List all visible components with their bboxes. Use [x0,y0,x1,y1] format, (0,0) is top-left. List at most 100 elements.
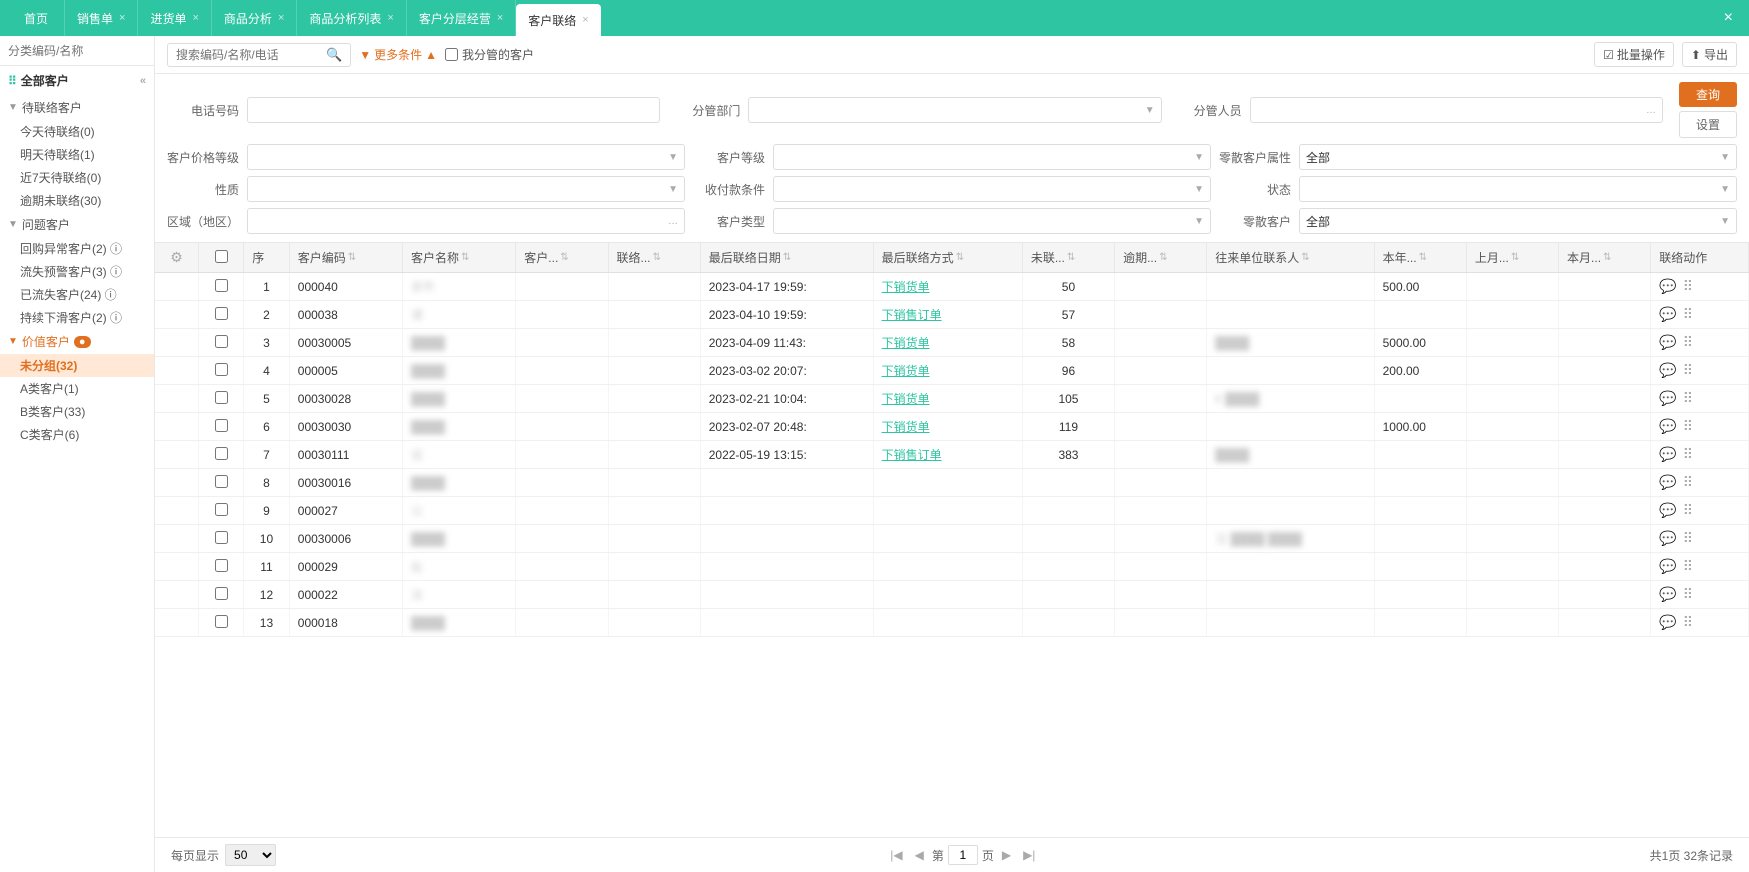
export-button[interactable]: ⬆ 导出 [1682,42,1737,67]
tab-analysis[interactable]: 商品分析 × [212,0,297,36]
chat-icon-2[interactable]: 💬 [1659,334,1676,351]
grid-action-icon-2[interactable]: ⠿ [1683,334,1693,351]
chat-icon-1[interactable]: 💬 [1659,306,1676,323]
tab-sales[interactable]: 销售单 × [65,0,138,36]
grid-action-icon-10[interactable]: ⠿ [1683,558,1693,575]
row-checkbox-3[interactable] [215,363,228,376]
th-contact[interactable]: 联络...⇅ [608,243,700,273]
filter-search-icon[interactable]: 🔍 [326,47,342,63]
tab-home[interactable]: 首页 [8,0,65,36]
chat-icon-10[interactable]: 💬 [1659,558,1676,575]
region-select[interactable]: … [247,208,685,234]
reset-button[interactable]: 设置 [1679,111,1737,138]
sidebar-group-problem[interactable]: ▼ 问题客户 [0,212,154,237]
row-checkbox-10[interactable] [215,559,228,572]
row-checkbox-12[interactable] [215,615,228,628]
last-page-button[interactable]: ▶| [1019,846,1039,864]
all-customers-header[interactable]: ⠿ 全部客户 « [0,66,154,95]
grid-action-icon-1[interactable]: ⠿ [1683,306,1693,323]
th-customer-type[interactable]: 客户...⇅ [516,243,608,273]
th-this-year[interactable]: 本年...⇅ [1374,243,1466,273]
chat-icon-9[interactable]: 💬 [1659,530,1676,547]
close-purchase-icon[interactable]: × [192,12,198,24]
first-page-button[interactable]: |◀ [886,846,906,864]
page-input[interactable] [948,845,978,865]
chat-icon-11[interactable]: 💬 [1659,586,1676,603]
zero-attr-select[interactable]: 全部 ▼ [1299,144,1737,170]
my-customers-checkbox[interactable]: 我分管的客户 [445,46,534,63]
tab-customer-contact[interactable]: 客户联络 × [516,4,600,36]
grid-action-icon-6[interactable]: ⠿ [1683,446,1693,463]
th-partner-contact[interactable]: 往来单位联系人⇅ [1207,243,1374,273]
dept-select[interactable]: ▼ [748,97,1161,123]
close-analysis-list-icon[interactable]: × [387,12,393,24]
lcw-link-3[interactable]: 下销货单 [882,364,930,378]
per-page-select[interactable]: 50 20 100 [225,844,276,866]
row-checkbox-2[interactable] [215,335,228,348]
nature-select[interactable]: ▼ [247,176,685,202]
close-customer-contact-icon[interactable]: × [582,14,588,26]
sidebar-item-ungraded[interactable]: 未分组(32) [0,354,154,377]
chat-icon-4[interactable]: 💬 [1659,390,1676,407]
grid-action-icon-12[interactable]: ⠿ [1683,614,1693,631]
manager-select[interactable]: … [1250,97,1663,123]
bulk-action-button[interactable]: ☑ 批量操作 [1594,42,1674,67]
zero-cust-select[interactable]: 全部 ▼ [1299,208,1737,234]
sidebar-collapse-icon[interactable]: « [140,75,146,87]
row-checkbox-8[interactable] [215,503,228,516]
grid-action-icon-0[interactable]: ⠿ [1683,278,1693,295]
sidebar-item-declining[interactable]: 持续下滑客户(2) ⓘ [0,306,154,329]
chat-icon-8[interactable]: 💬 [1659,502,1676,519]
row-checkbox-9[interactable] [215,531,228,544]
th-last-month[interactable]: 上月...⇅ [1466,243,1558,273]
sidebar-item-overdue[interactable]: 逾期未联络(30) [0,189,154,212]
sidebar-item-week[interactable]: 近7天待联络(0) [0,166,154,189]
sidebar-item-today[interactable]: 今天待联络(0) [0,120,154,143]
sidebar-item-b-class[interactable]: B类客户(33) [0,400,154,423]
row-checkbox-6[interactable] [215,447,228,460]
chat-icon-7[interactable]: 💬 [1659,474,1676,491]
lcw-link-4[interactable]: 下销货单 [882,392,930,406]
lcw-link-5[interactable]: 下销货单 [882,420,930,434]
sidebar-item-abnormal[interactable]: 回购异常客户(2) ⓘ [0,237,154,260]
cust-level-select[interactable]: ▼ [773,144,1211,170]
th-name[interactable]: 客户名称⇅ [403,243,516,273]
select-all-checkbox[interactable] [215,250,228,263]
cust-type-select[interactable]: ▼ [773,208,1211,234]
close-customer-seg-icon[interactable]: × [497,12,503,24]
row-checkbox-11[interactable] [215,587,228,600]
grid-action-icon-9[interactable]: ⠿ [1683,530,1693,547]
close-analysis-icon[interactable]: × [278,12,284,24]
row-checkbox-5[interactable] [215,419,228,432]
row-checkbox-4[interactable] [215,391,228,404]
sidebar-item-a-class[interactable]: A类客户(1) [0,377,154,400]
gear-icon[interactable]: ⚙ [170,249,183,265]
th-overdue[interactable]: 逾期...⇅ [1115,243,1207,273]
grid-action-icon-11[interactable]: ⠿ [1683,586,1693,603]
th-this-month[interactable]: 本月...⇅ [1559,243,1651,273]
payment-select[interactable]: ▼ [773,176,1211,202]
prev-page-button[interactable]: ◀ [911,846,928,864]
th-last-contact-date[interactable]: 最后联络日期⇅ [700,243,873,273]
row-checkbox-7[interactable] [215,475,228,488]
next-page-button[interactable]: ▶ [998,846,1015,864]
close-sales-icon[interactable]: × [119,12,125,24]
sidebar-search-input[interactable] [8,44,155,58]
chat-icon-5[interactable]: 💬 [1659,418,1676,435]
phone-input[interactable] [247,97,660,123]
grid-action-icon-4[interactable]: ⠿ [1683,390,1693,407]
sidebar-item-tomorrow[interactable]: 明天待联络(1) [0,143,154,166]
th-last-contact-way[interactable]: 最后联络方式⇅ [873,243,1022,273]
tab-analysis-list[interactable]: 商品分析列表 × [297,0,406,36]
th-no-contact[interactable]: 未联...⇅ [1022,243,1114,273]
sidebar-group-value[interactable]: ▼ 价值客户 ● [0,329,154,354]
status-select[interactable]: ▼ [1299,176,1737,202]
more-conditions-button[interactable]: ▼ 更多条件 ▲ [359,46,437,63]
row-checkbox-0[interactable] [215,279,228,292]
th-code[interactable]: 客户编码⇅ [289,243,402,273]
chat-icon-12[interactable]: 💬 [1659,614,1676,631]
lcw-link-0[interactable]: 下销货单 [882,280,930,294]
tab-customer-seg[interactable]: 客户分层经营 × [407,0,516,36]
close-main-button[interactable]: × [1716,9,1741,27]
price-level-select[interactable]: ▼ [247,144,685,170]
